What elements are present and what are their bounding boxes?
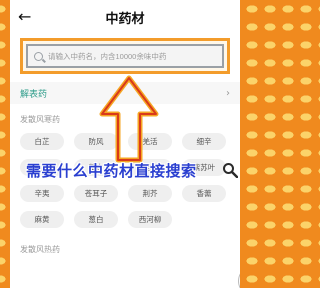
herb-chip[interactable]: 细辛: [182, 133, 226, 150]
search-input[interactable]: 请输入中药名，内含10000余味中药: [26, 44, 224, 68]
magnifier-icon: [223, 163, 238, 178]
page-title: 中药材: [105, 11, 145, 27]
search-highlight-frame: 请输入中药名，内含10000余味中药: [20, 38, 230, 74]
herb-chip[interactable]: 苍耳子: [74, 185, 118, 202]
herb-chip[interactable]: 白芷: [20, 133, 64, 150]
promo-caption: 需要什么中药材直接搜索: [26, 162, 197, 180]
section-title: 解表药: [20, 89, 48, 100]
search-icon: [34, 51, 43, 61]
herb-chip[interactable]: 西河柳: [128, 211, 172, 228]
herb-chip[interactable]: 麻黄: [20, 211, 64, 228]
search-placeholder: 请输入中药名，内含10000余味中药: [48, 51, 167, 61]
back-arrow-icon[interactable]: ←: [18, 8, 36, 26]
category-label: 发散风热药: [20, 245, 60, 254]
herb-chip[interactable]: 葱白: [74, 211, 118, 228]
herb-chip[interactable]: 辛夷: [20, 185, 64, 202]
app-screen: ← 中药材 请输入中药名，内含10000余味中药 解表药 › 发散风寒药 白芷 …: [10, 0, 240, 288]
herb-chip[interactable]: 香薷: [182, 185, 226, 202]
herb-chip[interactable]: 荆芥: [128, 185, 172, 202]
top-bar: ← 中药材: [10, 0, 240, 34]
up-arrow-annotation-icon: [99, 75, 159, 163]
scroll-control[interactable]: [238, 266, 240, 288]
chevron-right-icon: ›: [226, 87, 230, 99]
